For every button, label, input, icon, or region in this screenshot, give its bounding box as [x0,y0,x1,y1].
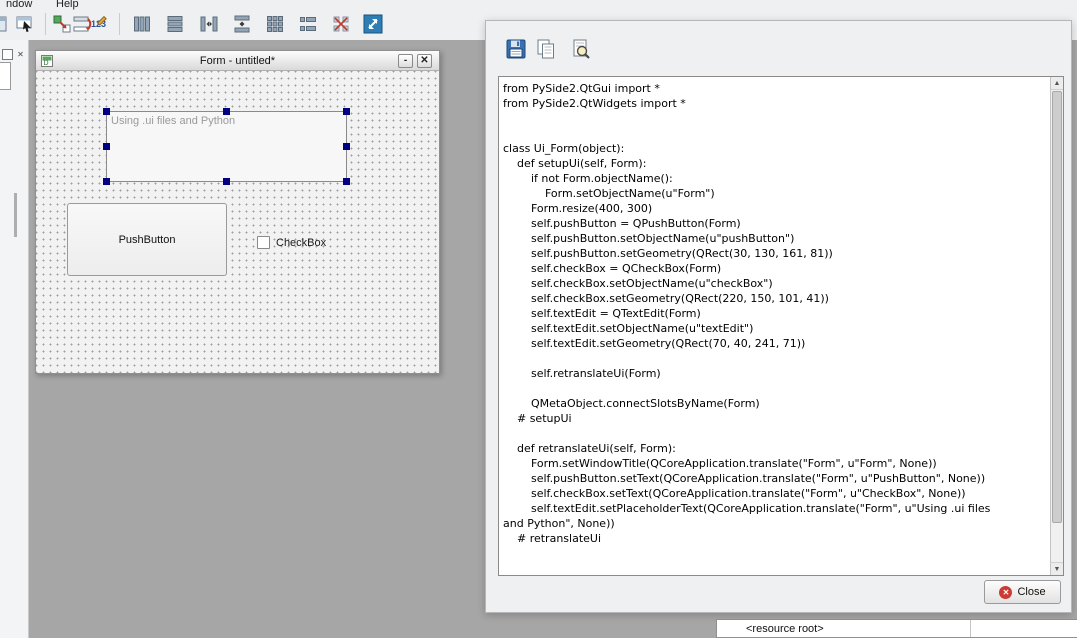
edit-widgets-icon[interactable] [13,12,37,36]
menubar: ndow Help [0,0,1077,10]
selection-handle[interactable] [103,178,110,185]
code-editor[interactable]: from PySide2.QtGui import * from PySide2… [498,76,1064,576]
close-dialog-button[interactable]: Close [984,580,1061,604]
minimize-button[interactable]: - [398,54,413,68]
selection-handle[interactable] [103,108,110,115]
toolbar-separator [45,13,46,35]
close-window-button[interactable]: ✕ [417,54,432,68]
layout-vertical-icon[interactable] [163,12,187,36]
copy-icon[interactable] [535,38,557,60]
form-window-title: Form - untitled* [36,55,439,67]
close-button-label: Close [1017,586,1045,598]
layout-horizontal-icon[interactable] [130,12,154,36]
designer-form-window: D Form - untitled* - ✕ Using .ui files a… [35,50,440,374]
layout-horizontal-splitter-icon[interactable] [197,12,221,36]
toolbar-separator [119,13,120,35]
scroll-up-icon[interactable] [1051,77,1063,90]
checkbox-label: CheckBox [276,237,326,249]
layout-vertical-splitter-icon[interactable] [230,12,254,36]
scroll-down-icon[interactable] [1051,562,1063,575]
selection-handle[interactable] [343,178,350,185]
textedit-widget[interactable]: Using .ui files and Python [106,111,347,182]
selection-handle[interactable] [223,108,230,115]
clipped-toolbar-icon[interactable] [0,12,10,36]
edit-tab-order-icon[interactable]: 123 [89,12,113,36]
resource-panel-divider [970,620,971,637]
generated-code: from PySide2.QtGui import * from PySide2… [499,77,1049,546]
menu-help[interactable]: Help [56,0,79,10]
dock-float-icon[interactable] [2,49,13,60]
checkbox-box[interactable] [257,236,270,249]
textedit-placeholder: Using .ui files and Python [111,115,235,127]
selection-handle[interactable] [343,108,350,115]
scrollbar-thumb[interactable] [1052,91,1062,523]
break-layout-icon[interactable] [329,12,353,36]
code-preview-dialog: from PySide2.QtGui import * from PySide2… [485,20,1072,613]
layout-grid-icon[interactable] [263,12,287,36]
save-icon[interactable] [505,38,527,60]
layout-form-icon[interactable] [296,12,320,36]
selection-handle[interactable] [223,178,230,185]
pushbutton-label: PushButton [119,234,176,246]
adjust-size-icon[interactable] [361,12,385,36]
menu-window[interactable]: ndow [6,0,32,10]
selection-handle[interactable] [343,143,350,150]
pushbutton-widget[interactable]: PushButton [67,203,227,276]
find-icon[interactable] [570,38,592,60]
resource-root-item[interactable]: <resource root> [746,621,824,637]
resource-browser-panel: <resource root> [716,619,1077,638]
widget-filter-input[interactable] [0,62,11,90]
checkbox-widget[interactable]: CheckBox [257,222,358,263]
selection-handle[interactable] [103,143,110,150]
code-vertical-scrollbar[interactable] [1050,77,1063,575]
close-x-icon [999,586,1012,599]
widget-box-dock [0,40,29,638]
form-canvas[interactable]: Using .ui files and Python PushButton Ch… [36,71,439,373]
dock-scrollbar[interactable] [14,193,17,237]
form-window-titlebar[interactable]: D Form - untitled* - ✕ [36,51,439,71]
dock-close-icon[interactable] [15,49,26,60]
